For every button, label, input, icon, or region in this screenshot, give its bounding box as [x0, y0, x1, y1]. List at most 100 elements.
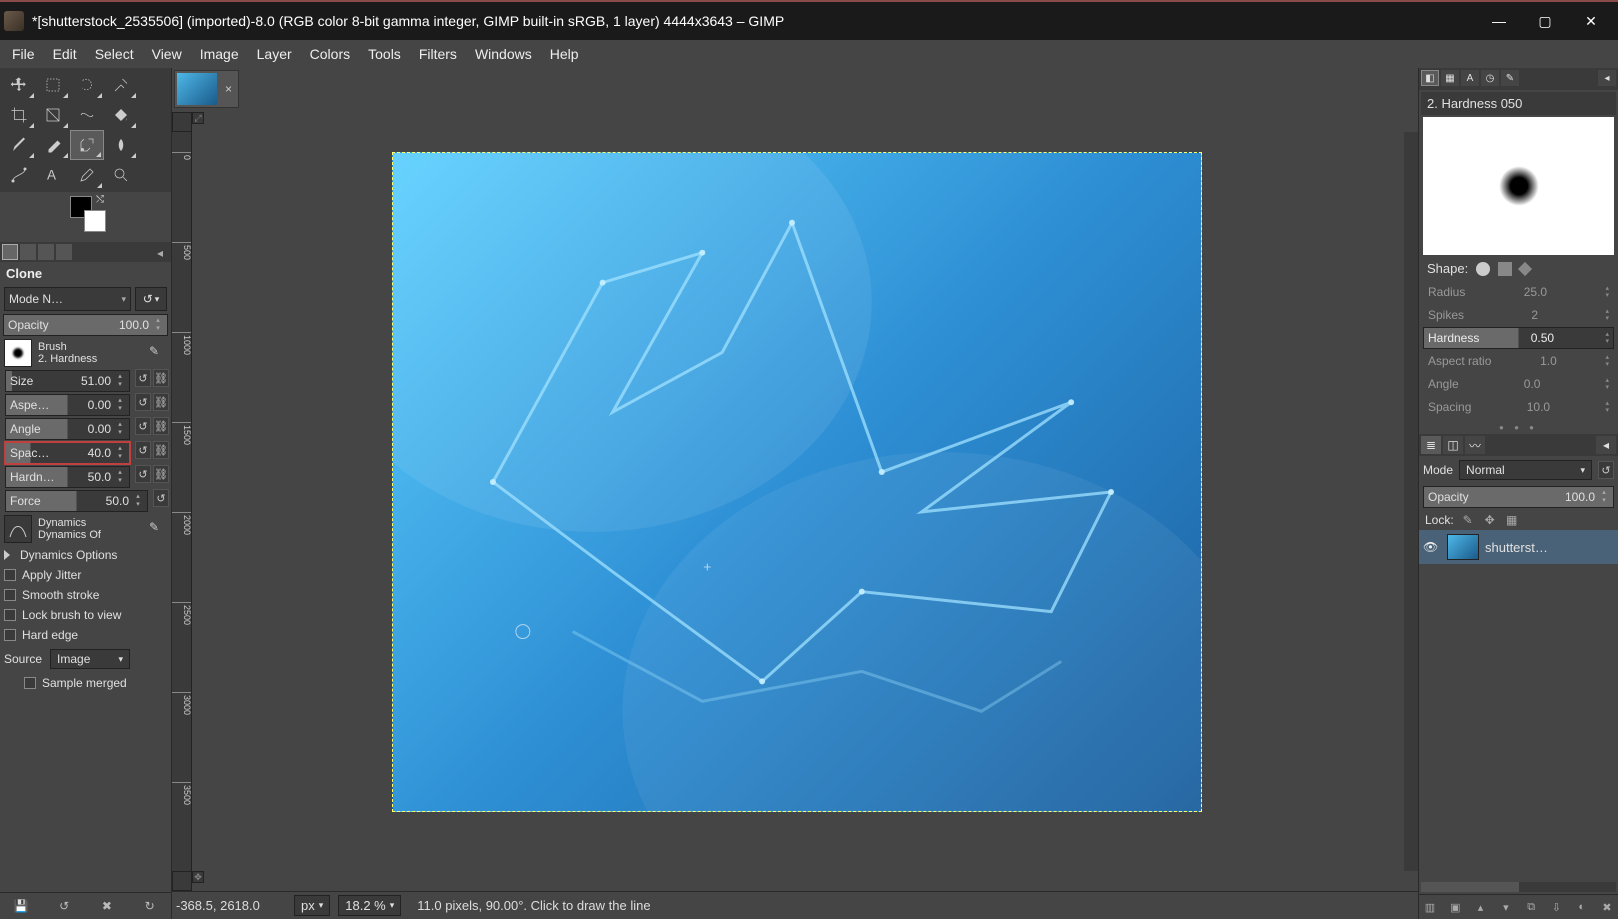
background-color[interactable] [84, 210, 106, 232]
hard-edge-checkbox[interactable] [4, 629, 16, 641]
layers-tab-menu-icon[interactable]: ◂ [1596, 436, 1616, 454]
vertical-ruler[interactable]: 0500100015002000250030003500 [172, 132, 192, 871]
spacing-reset-button[interactable]: ↺ [135, 441, 151, 459]
brush-preview[interactable] [4, 339, 32, 367]
opacity-spinner[interactable]: ▴▾ [153, 317, 163, 333]
crop-tool[interactable] [2, 100, 36, 130]
lock-position-icon[interactable]: ✥ [1482, 512, 1498, 528]
new-layer-icon[interactable]: ▥ [1421, 899, 1439, 915]
navigation-icon[interactable]: ✥ [192, 871, 204, 883]
angle-reset-button[interactable]: ↺ [135, 417, 151, 435]
history-tab[interactable]: ◷ [1481, 70, 1499, 86]
menu-colors[interactable]: Colors [302, 42, 358, 66]
mask-icon[interactable]: ◐ [1573, 899, 1591, 915]
layer-mode-select[interactable]: Normal▾ [1459, 460, 1592, 480]
clone-tool[interactable] [70, 130, 104, 160]
size-link-button[interactable]: ⛓ [153, 369, 169, 387]
device-status-tab[interactable] [20, 244, 36, 260]
images-tab[interactable] [56, 244, 72, 260]
aspect-reset-button[interactable]: ↺ [135, 393, 151, 411]
canvas-viewport[interactable]: + [192, 132, 1404, 871]
source-select[interactable]: Image ▾ [50, 649, 130, 669]
zoom-tool[interactable] [104, 160, 138, 190]
layers-tab[interactable]: ≣ [1421, 436, 1441, 454]
transform-tool[interactable] [36, 100, 70, 130]
layer-down-icon[interactable]: ▾ [1497, 899, 1515, 915]
reset-options-icon[interactable]: ↻ [141, 897, 159, 915]
layer-visibility-icon[interactable]: 👁 [1423, 540, 1441, 554]
angle-slider[interactable]: Angle 0.00 ▴▾ [5, 418, 130, 440]
hardness-slider[interactable]: Hardn… 50.0 ▴▾ [5, 466, 130, 488]
lock-brush-checkbox[interactable] [4, 609, 16, 621]
patterns-tab[interactable]: ▦ [1441, 70, 1459, 86]
spacing-slider[interactable]: Spac… 40.0 ▴▾ [5, 442, 130, 464]
new-group-icon[interactable]: ▣ [1446, 899, 1464, 915]
layer-scroll[interactable] [1421, 882, 1616, 892]
rect-select-tool[interactable] [36, 70, 70, 100]
menu-select[interactable]: Select [87, 42, 142, 66]
dynamics-options-expander[interactable]: Dynamics Options [0, 545, 171, 565]
brush-edit-icon[interactable]: ✎ [149, 344, 167, 362]
vertical-scrollbar[interactable] [1404, 132, 1418, 871]
paintbrush-tool[interactable] [2, 130, 36, 160]
mode-toggle-button[interactable]: ↺▾ [135, 287, 167, 311]
menu-help[interactable]: Help [542, 42, 587, 66]
move-tool[interactable] [2, 70, 36, 100]
duplicate-layer-icon[interactable]: ⧉ [1522, 899, 1540, 915]
image-canvas[interactable]: + [392, 152, 1202, 812]
lock-alpha-icon[interactable]: ▦ [1504, 512, 1520, 528]
maximize-button[interactable]: ▢ [1522, 5, 1568, 37]
right-tab-menu-icon[interactable]: ◂ [1598, 70, 1616, 86]
hardness-reset-button[interactable]: ↺ [135, 465, 151, 483]
menu-tools[interactable]: Tools [360, 42, 409, 66]
tool-options-tab[interactable] [2, 244, 18, 260]
layer-mode-toggle[interactable]: ↺ [1598, 461, 1614, 479]
menu-view[interactable]: View [144, 42, 190, 66]
tab-menu-icon[interactable]: ◂ [157, 246, 169, 258]
free-select-tool[interactable] [70, 70, 104, 100]
restore-preset-icon[interactable]: ↺ [55, 897, 73, 915]
dynamics-edit-icon[interactable]: ✎ [149, 520, 167, 538]
paths-tab[interactable]: 〰 [1465, 436, 1485, 454]
apply-jitter-checkbox[interactable] [4, 569, 16, 581]
lock-pixels-icon[interactable]: ✎ [1460, 512, 1476, 528]
dock-separator[interactable]: ● ● ● [1419, 421, 1618, 434]
shape-diamond[interactable] [1518, 261, 1532, 275]
image-tab[interactable]: × [174, 70, 239, 108]
shape-square[interactable] [1498, 262, 1512, 276]
text-tool[interactable]: A [36, 160, 70, 190]
aspect-slider[interactable]: Aspe… 0.00 ▴▾ [5, 394, 130, 416]
ruler-origin[interactable] [172, 112, 192, 132]
menu-layer[interactable]: Layer [249, 42, 300, 66]
force-reset-button[interactable]: ↺ [153, 489, 169, 507]
zoom-select[interactable]: 18.2 %▾ [338, 895, 401, 916]
menu-filters[interactable]: Filters [411, 42, 465, 66]
unit-select[interactable]: px▾ [294, 895, 330, 916]
minimize-button[interactable]: — [1476, 5, 1522, 37]
quick-mask-toggle[interactable] [172, 871, 192, 891]
menu-image[interactable]: Image [192, 42, 247, 66]
undo-history-tab[interactable] [38, 244, 54, 260]
menu-edit[interactable]: Edit [45, 42, 85, 66]
fuzzy-select-tool[interactable] [104, 70, 138, 100]
warp-tool[interactable] [70, 100, 104, 130]
smooth-stroke-checkbox[interactable] [4, 589, 16, 601]
swap-colors-icon[interactable]: ⤭ [96, 194, 104, 205]
hardness-link-button[interactable]: ⛓ [153, 465, 169, 483]
channels-tab[interactable]: ◫ [1443, 436, 1463, 454]
path-tool[interactable] [2, 160, 36, 190]
layer-name[interactable]: shutterst… [1485, 540, 1614, 555]
edit-brush-tab[interactable]: ✎ [1501, 70, 1519, 86]
close-button[interactable]: ✕ [1568, 5, 1614, 37]
image-tab-close-icon[interactable]: × [221, 82, 236, 96]
zoom-fit-icon[interactable]: ⤢ [192, 112, 204, 124]
shape-circle[interactable] [1476, 262, 1490, 276]
spacing-link-button[interactable]: ⛓ [153, 441, 169, 459]
merge-down-icon[interactable]: ⇩ [1547, 899, 1565, 915]
angle-link-button[interactable]: ⛓ [153, 417, 169, 435]
menu-windows[interactable]: Windows [467, 42, 540, 66]
aspect-link-button[interactable]: ⛓ [153, 393, 169, 411]
save-preset-icon[interactable]: 💾 [12, 897, 30, 915]
smudge-tool[interactable] [104, 130, 138, 160]
fonts-tab[interactable]: A [1461, 70, 1479, 86]
